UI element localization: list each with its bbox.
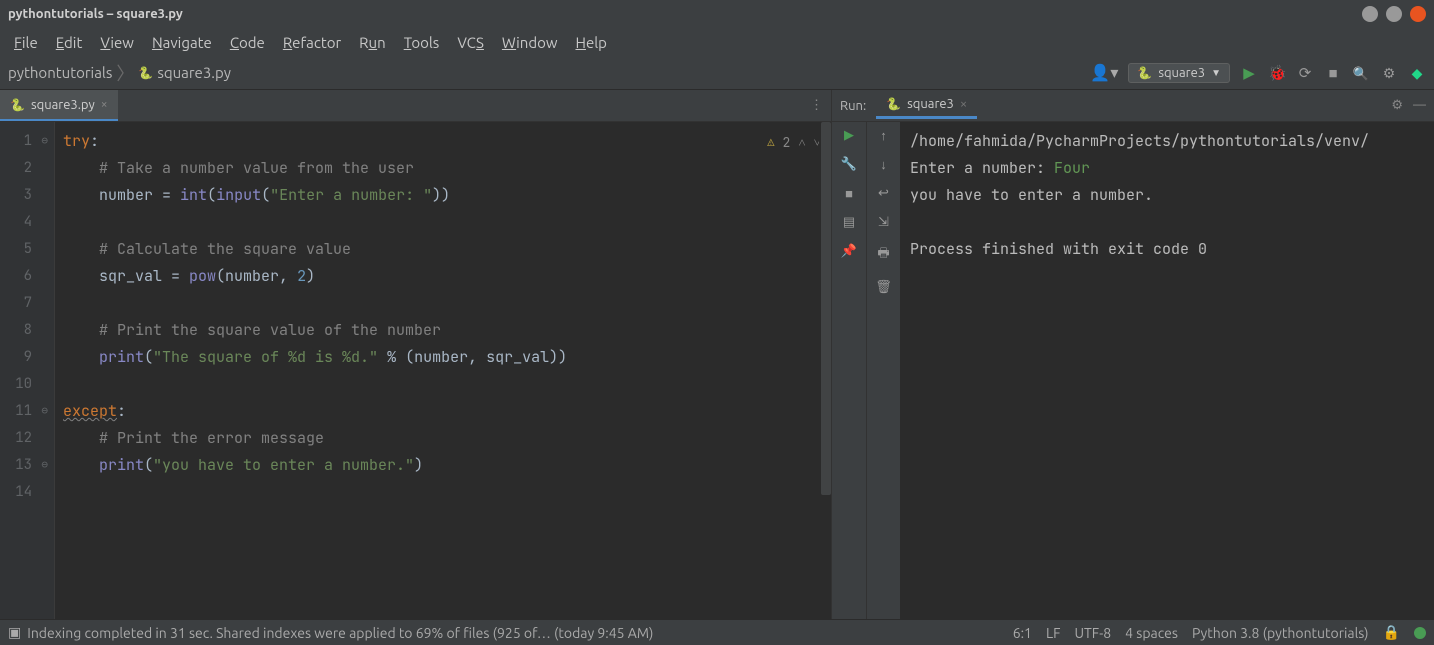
menu-navigate[interactable]: Navigate	[144, 32, 220, 53]
warning-count: 2	[783, 129, 791, 156]
python-file-icon	[138, 66, 153, 80]
menu-code[interactable]: Code	[222, 32, 273, 53]
print-icon[interactable]: 🖶	[877, 244, 889, 266]
run-settings-icon[interactable]: ⚙	[1391, 98, 1403, 113]
lock-icon[interactable]: 🔒	[1383, 624, 1400, 641]
statusbar: ▣ Indexing completed in 31 sec. Shared i…	[0, 619, 1434, 645]
menu-run[interactable]: Run	[351, 32, 394, 53]
run-output[interactable]: /home/fahmida/PycharmProjects/pythontuto…	[900, 122, 1434, 619]
run-button[interactable]: ▶	[1240, 64, 1258, 82]
gutter: 1234567891011121314	[0, 122, 55, 619]
menu-window[interactable]: Window	[494, 32, 566, 53]
wrench-icon[interactable]: 🔧	[841, 157, 857, 172]
stop-button[interactable]: ■	[1324, 64, 1342, 82]
menubar: File Edit View Navigate Code Refactor Ru…	[0, 28, 1434, 56]
run-input: Four	[1054, 158, 1090, 178]
editor-inspection-widget[interactable]: 2 ˄ ˅	[767, 128, 821, 156]
status-ok-icon[interactable]	[1414, 627, 1426, 639]
pin-icon[interactable]: 📌	[841, 244, 857, 259]
window-controls	[1362, 6, 1426, 22]
python-file-icon	[10, 98, 25, 112]
add-user-icon[interactable]: 👤▾	[1090, 63, 1118, 82]
menu-vcs[interactable]: VCS	[449, 32, 492, 53]
run-label: Run:	[840, 99, 866, 113]
run-header: Run: square3 × ⚙ —	[832, 90, 1434, 122]
down-arrow-icon[interactable]: ↓	[880, 157, 887, 172]
coverage-button[interactable]: ⟳	[1296, 64, 1314, 82]
run-config-selector[interactable]: square3 ▼	[1128, 63, 1230, 83]
breadcrumb-project[interactable]: pythontutorials	[8, 64, 112, 81]
main-content: square3.py × ⋮ 1234567891011121314 try: …	[0, 90, 1434, 619]
menu-tools[interactable]: Tools	[396, 32, 448, 53]
breadcrumb-separator: 〉	[116, 60, 134, 86]
run-path: /home/fahmida/PycharmProjects/pythontuto…	[910, 131, 1369, 151]
warning-icon	[767, 128, 774, 156]
editor-tab-square3[interactable]: square3.py ×	[0, 90, 118, 121]
search-icon[interactable]	[1352, 64, 1370, 82]
menu-file[interactable]: File	[6, 32, 46, 53]
run-config-name: square3	[1158, 66, 1205, 80]
scroll-to-end-icon[interactable]: ⇲	[878, 215, 889, 230]
breadcrumb-file[interactable]: square3.py	[157, 64, 231, 81]
chevron-up-icon[interactable]: ˄	[798, 129, 805, 156]
editor-tab-actions[interactable]: ⋮	[802, 90, 831, 121]
code-area[interactable]: try: # Take a number value from the user…	[55, 122, 831, 619]
caret-position[interactable]: 6:1	[1013, 625, 1032, 641]
run-exit-line: Process finished with exit code 0	[910, 239, 1207, 259]
file-encoding[interactable]: UTF-8	[1074, 625, 1111, 641]
menu-refactor[interactable]: Refactor	[275, 32, 349, 53]
status-message: Indexing completed in 31 sec. Shared ind…	[27, 625, 653, 641]
minimize-button[interactable]	[1362, 6, 1378, 22]
editor-body[interactable]: 1234567891011121314 try: # Take a number…	[0, 122, 831, 619]
run-prompt: Enter a number:	[910, 158, 1054, 178]
window-title: pythontutorials – square3.py	[8, 7, 1362, 21]
editor-scrollbar[interactable]	[819, 122, 831, 619]
line-separator[interactable]: LF	[1046, 625, 1061, 641]
run-toolbar-left: ▶ 🔧 ■ ▤ 📌	[832, 122, 866, 619]
up-arrow-icon[interactable]: ↑	[880, 128, 887, 143]
run-pane: Run: square3 × ⚙ — ▶ 🔧 ■ ▤ 📌 ↑ ↓ ↩	[832, 90, 1434, 619]
menu-help[interactable]: Help	[568, 32, 615, 53]
navbar: pythontutorials 〉 square3.py 👤▾ square3 …	[0, 56, 1434, 90]
titlebar: pythontutorials – square3.py	[0, 0, 1434, 28]
close-run-tab-icon[interactable]: ×	[960, 97, 967, 111]
editor-pane: square3.py × ⋮ 1234567891011121314 try: …	[0, 90, 832, 619]
close-button[interactable]	[1410, 6, 1426, 22]
python-icon	[886, 97, 901, 111]
settings-icon[interactable]	[1380, 64, 1398, 82]
pycharm-icon[interactable]	[1408, 64, 1426, 82]
indent-info[interactable]: 4 spaces	[1125, 625, 1178, 641]
run-error-line: you have to enter a number.	[910, 185, 1153, 205]
run-tab[interactable]: square3 ×	[876, 92, 977, 119]
trash-icon[interactable]: 🗑	[875, 280, 892, 295]
tool-window-icon[interactable]: ▣	[8, 624, 21, 641]
run-tab-label: square3	[907, 97, 954, 111]
stop-run-button[interactable]: ■	[845, 186, 853, 201]
python-icon	[1137, 66, 1152, 80]
menu-view[interactable]: View	[92, 32, 142, 53]
editor-tabs: square3.py × ⋮	[0, 90, 831, 122]
rerun-button[interactable]: ▶	[844, 128, 854, 143]
menu-edit[interactable]: Edit	[48, 32, 91, 53]
toolbar-right: 👤▾ square3 ▼ ▶ 🐞 ⟳ ■	[1090, 63, 1426, 83]
debug-button[interactable]: 🐞	[1268, 64, 1286, 82]
run-body: ▶ 🔧 ■ ▤ 📌 ↑ ↓ ↩ ⇲ 🖶 🗑 /home/fahmida/Pych…	[832, 122, 1434, 619]
layout-icon[interactable]: ▤	[843, 215, 855, 230]
interpreter-info[interactable]: Python 3.8 (pythontutorials)	[1192, 625, 1369, 641]
editor-tab-label: square3.py	[31, 98, 95, 112]
maximize-button[interactable]	[1386, 6, 1402, 22]
hide-run-icon[interactable]: —	[1413, 98, 1426, 113]
breadcrumb: pythontutorials 〉 square3.py	[8, 60, 231, 86]
close-tab-icon[interactable]: ×	[101, 98, 108, 111]
soft-wrap-icon[interactable]: ↩	[878, 186, 889, 201]
chevron-down-icon: ▼	[1211, 67, 1221, 79]
run-toolbar-right: ↑ ↓ ↩ ⇲ 🖶 🗑	[866, 122, 900, 619]
